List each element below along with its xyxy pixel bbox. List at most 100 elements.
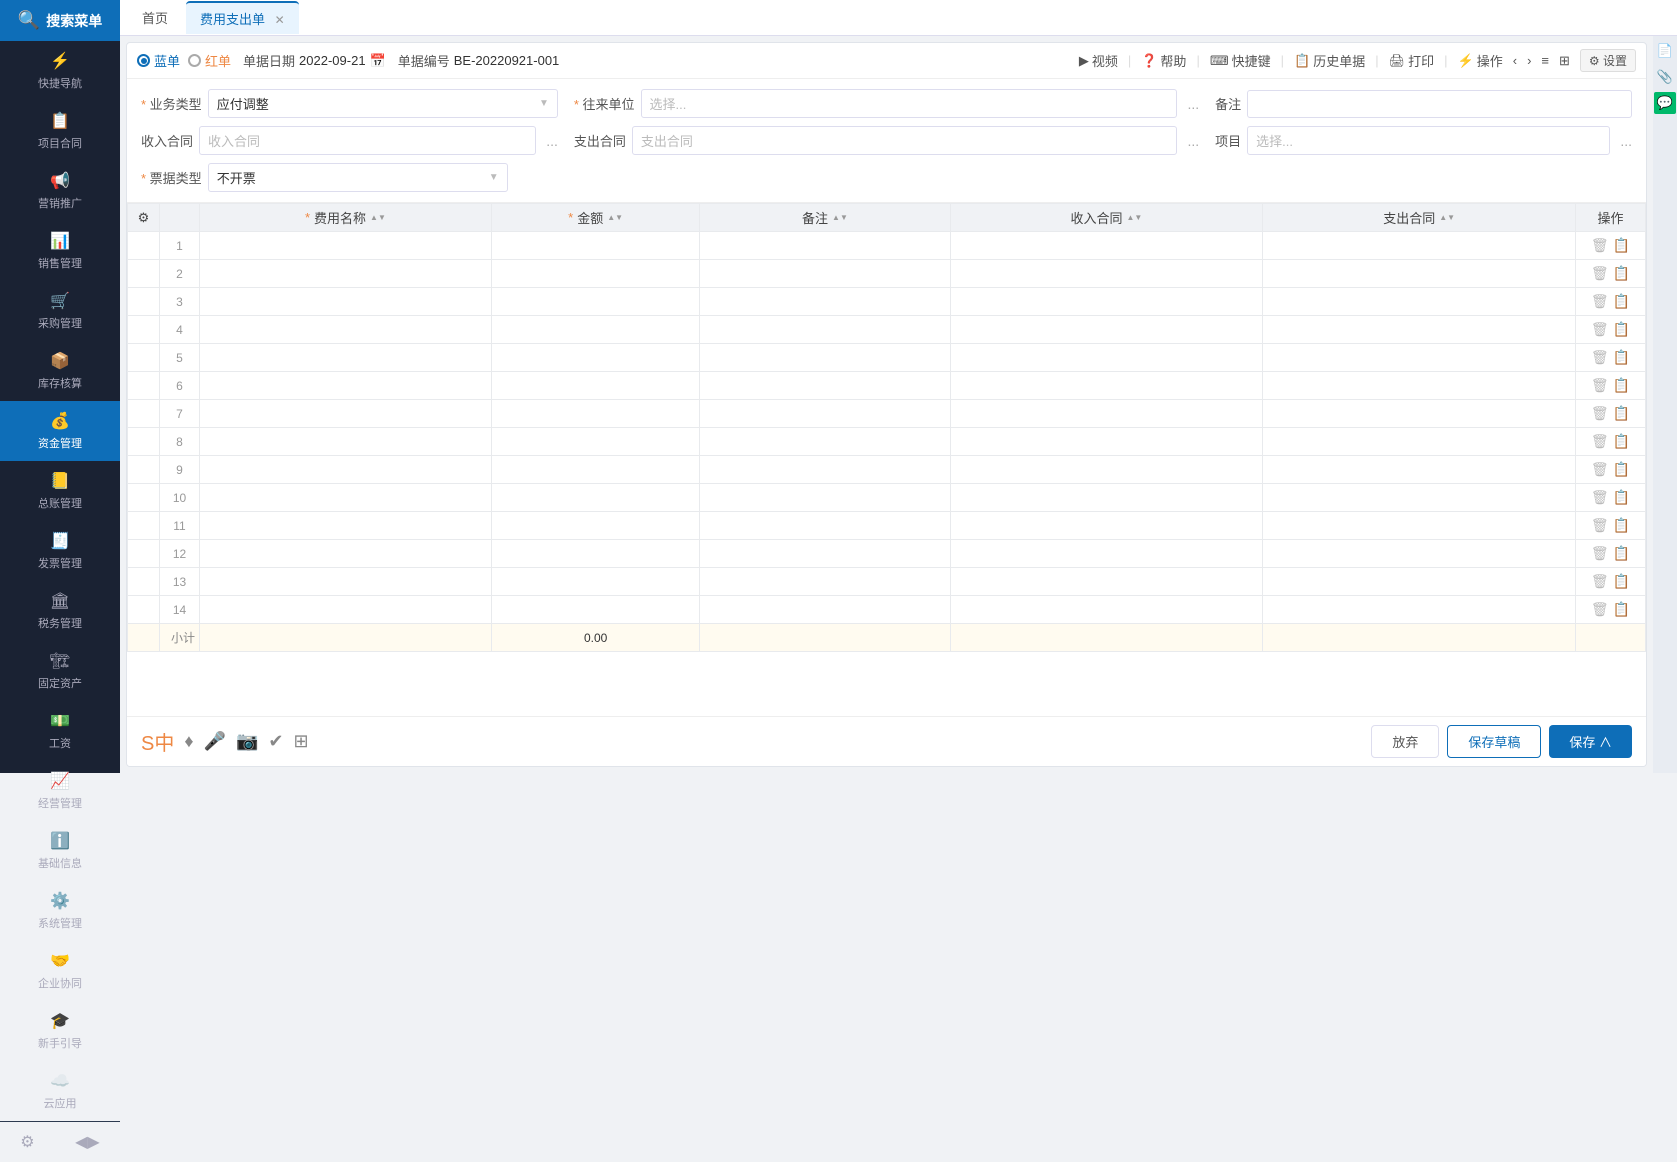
row-expense-cell[interactable] xyxy=(1263,456,1576,484)
sidebar-item-tax[interactable]: 🏛 税务管理 xyxy=(0,581,120,641)
shortcuts-btn[interactable]: ⌨ 快捷键 xyxy=(1210,51,1271,70)
row-amount-cell[interactable] xyxy=(491,232,699,260)
mic-icon[interactable]: 🎤 xyxy=(204,731,226,752)
row-expense-cell[interactable] xyxy=(1263,372,1576,400)
row-note-cell[interactable] xyxy=(700,512,950,540)
row-amount-cell[interactable] xyxy=(491,568,699,596)
sidebar-item-fixed-assets[interactable]: 🏗 固定资产 xyxy=(0,641,120,701)
sidebar-item-quick-nav[interactable]: ⚡ 快捷导航 xyxy=(0,41,120,101)
row-name-cell[interactable] xyxy=(200,512,492,540)
rp-doc-icon[interactable]: 📄 xyxy=(1654,40,1676,62)
row-amount-cell[interactable] xyxy=(491,400,699,428)
row-expense-cell[interactable] xyxy=(1263,400,1576,428)
row-amount-cell[interactable] xyxy=(491,428,699,456)
row-income-cell[interactable] xyxy=(950,288,1263,316)
row-name-cell[interactable] xyxy=(200,344,492,372)
row-note-cell[interactable] xyxy=(700,372,950,400)
sort-note-icon[interactable]: ▲▼ xyxy=(832,214,848,222)
row-note-cell[interactable] xyxy=(700,568,950,596)
row-income-cell[interactable] xyxy=(950,512,1263,540)
row-copy-icon[interactable]: 📋 xyxy=(1613,545,1630,562)
row-amount-cell[interactable] xyxy=(491,344,699,372)
rp-chat-icon[interactable]: 💬 xyxy=(1654,92,1676,114)
row-copy-icon[interactable]: 📋 xyxy=(1613,461,1630,478)
row-income-cell[interactable] xyxy=(950,568,1263,596)
sidebar-search[interactable]: 🔍 搜索菜单 xyxy=(0,0,120,41)
row-note-cell[interactable] xyxy=(700,344,950,372)
row-name-cell[interactable] xyxy=(200,484,492,512)
row-delete-icon[interactable]: 🗑 xyxy=(1591,489,1609,506)
volume-icon[interactable]: ◀▶ xyxy=(75,1132,100,1152)
expense-contract-input[interactable]: 支出合同 xyxy=(632,126,1178,155)
diamond-icon[interactable]: ♦ xyxy=(184,731,193,752)
th-income-contract[interactable]: 收入合同 ▲▼ xyxy=(950,204,1263,232)
grid-icon[interactable]: ⊞ xyxy=(293,731,308,752)
row-amount-cell[interactable] xyxy=(491,316,699,344)
th-config[interactable]: ⚙ xyxy=(128,204,160,232)
row-note-cell[interactable] xyxy=(700,400,950,428)
row-expense-cell[interactable] xyxy=(1263,512,1576,540)
row-copy-icon[interactable]: 📋 xyxy=(1613,517,1630,534)
sort-expense-icon[interactable]: ▲▼ xyxy=(1439,214,1455,222)
row-note-cell[interactable] xyxy=(700,260,950,288)
sidebar-item-invoice[interactable]: 🧾 发票管理 xyxy=(0,521,120,581)
check-icon[interactable]: ✔ xyxy=(268,731,283,752)
row-copy-icon[interactable]: 📋 xyxy=(1613,265,1630,282)
sidebar-item-salary[interactable]: 💵 工资 xyxy=(0,701,120,761)
row-income-cell[interactable] xyxy=(950,260,1263,288)
row-note-cell[interactable] xyxy=(700,288,950,316)
row-income-cell[interactable] xyxy=(950,232,1263,260)
discard-button[interactable]: 放弃 xyxy=(1371,725,1439,758)
row-name-cell[interactable] xyxy=(200,596,492,624)
row-delete-icon[interactable]: 🗑 xyxy=(1591,237,1609,254)
row-income-cell[interactable] xyxy=(950,596,1263,624)
row-income-cell[interactable] xyxy=(950,400,1263,428)
row-delete-icon[interactable]: 🗑 xyxy=(1591,349,1609,366)
sort-income-icon[interactable]: ▲▼ xyxy=(1126,214,1142,222)
row-copy-icon[interactable]: 📋 xyxy=(1613,405,1630,422)
calendar-icon[interactable]: 📅 xyxy=(370,53,386,69)
payee-input[interactable]: 选择... xyxy=(641,89,1178,118)
th-note[interactable]: 备注 ▲▼ xyxy=(700,204,950,232)
nav-prev-btn[interactable]: ‹ xyxy=(1513,53,1517,68)
row-amount-cell[interactable] xyxy=(491,596,699,624)
number-value[interactable]: BE-20220921-001 xyxy=(454,53,560,68)
invoice-type-input[interactable]: 不开票 ▼ xyxy=(208,163,508,192)
tab-home[interactable]: 首页 xyxy=(128,2,182,33)
payee-more-icon[interactable]: ... xyxy=(1187,96,1199,112)
s-zhong-icon[interactable]: S中 xyxy=(141,727,174,756)
row-copy-icon[interactable]: 📋 xyxy=(1613,573,1630,590)
row-expense-cell[interactable] xyxy=(1263,596,1576,624)
row-name-cell[interactable] xyxy=(200,540,492,568)
row-delete-icon[interactable]: 🗑 xyxy=(1591,601,1609,618)
row-delete-icon[interactable]: 🗑 xyxy=(1591,293,1609,310)
sidebar-item-accounting[interactable]: 📒 总账管理 xyxy=(0,461,120,521)
row-amount-cell[interactable] xyxy=(491,456,699,484)
settings-btn[interactable]: ⚙ 设置 xyxy=(1580,49,1636,72)
row-copy-icon[interactable]: 📋 xyxy=(1613,601,1630,618)
sort-amount-icon[interactable]: ▲▼ xyxy=(607,214,623,222)
row-expense-cell[interactable] xyxy=(1263,344,1576,372)
row-note-cell[interactable] xyxy=(700,232,950,260)
row-delete-icon[interactable]: 🗑 xyxy=(1591,545,1609,562)
project-more-icon[interactable]: ... xyxy=(1620,133,1632,149)
camera-icon[interactable]: 📷 xyxy=(236,731,258,752)
operations-btn[interactable]: ⚡ 操作 xyxy=(1458,51,1503,70)
rp-attach-icon[interactable]: 📎 xyxy=(1654,66,1676,88)
row-copy-icon[interactable]: 📋 xyxy=(1613,489,1630,506)
row-income-cell[interactable] xyxy=(950,344,1263,372)
row-name-cell[interactable] xyxy=(200,316,492,344)
settings-gear-icon[interactable]: ⚙ xyxy=(20,1132,34,1152)
income-contract-more-icon[interactable]: ... xyxy=(546,133,558,149)
tab-close-icon[interactable]: ✕ xyxy=(275,13,285,27)
row-delete-icon[interactable]: 🗑 xyxy=(1591,573,1609,590)
row-delete-icon[interactable]: 🗑 xyxy=(1591,461,1609,478)
business-type-input[interactable]: 应付调整 ▼ xyxy=(208,89,558,118)
th-name[interactable]: * 费用名称 ▲▼ xyxy=(200,204,492,232)
row-income-cell[interactable] xyxy=(950,456,1263,484)
row-expense-cell[interactable] xyxy=(1263,316,1576,344)
row-delete-icon[interactable]: 🗑 xyxy=(1591,405,1609,422)
red-bill-radio[interactable]: 红单 xyxy=(188,51,231,70)
row-note-cell[interactable] xyxy=(700,428,950,456)
sidebar-item-purchase[interactable]: 🛒 采购管理 xyxy=(0,281,120,341)
